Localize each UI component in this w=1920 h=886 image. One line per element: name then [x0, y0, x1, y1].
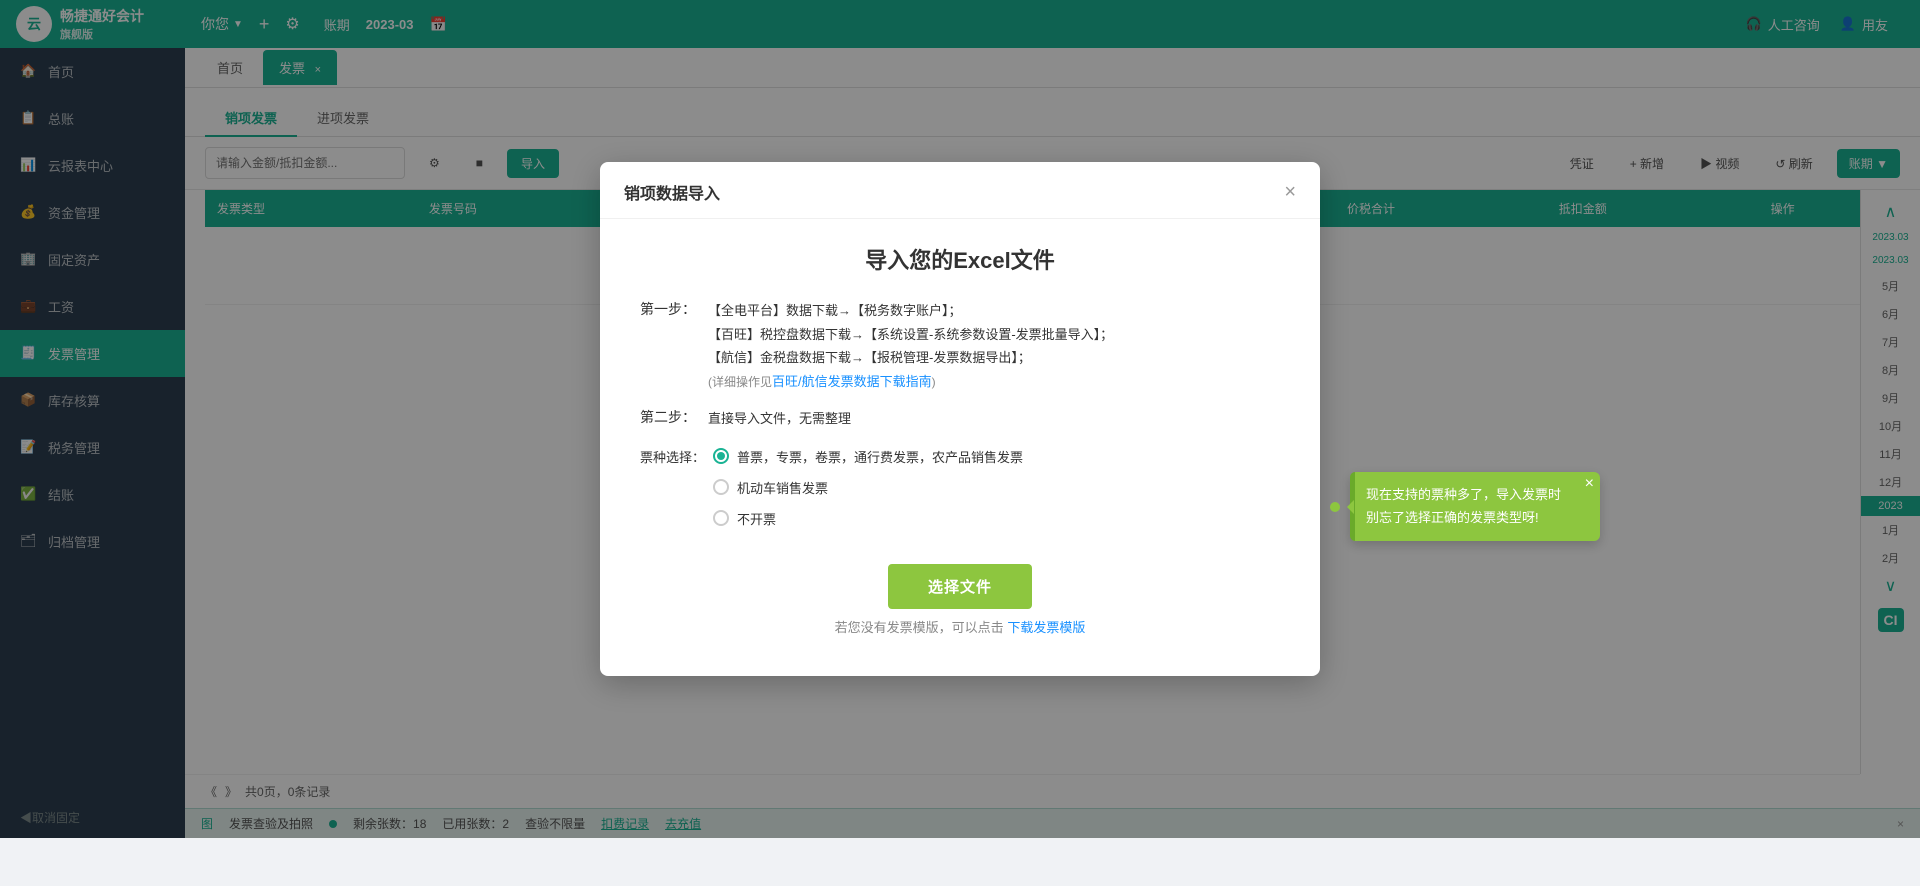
radio-circle-noticket [713, 510, 729, 526]
ticket-label: 票种选择： [640, 447, 705, 466]
radio-noticket[interactable]: 不开票 [713, 509, 1023, 528]
modal-overlay[interactable]: 销项数据导入 × 导入您的Excel文件 第一步： 【全电平台】数据下载→【税务… [0, 0, 1920, 838]
step1-line1: 【全电平台】数据下载→【税务数字账户】； [708, 299, 1113, 322]
modal-body: 导入您的Excel文件 第一步： 【全电平台】数据下载→【税务数字账户】； 【百… [600, 219, 1320, 675]
download-template-link[interactable]: 下载发票模版 [1007, 620, 1085, 635]
modal-close-button[interactable]: × [1284, 182, 1296, 202]
radio-circle-motor [713, 479, 729, 495]
radio-circle-general [713, 448, 729, 464]
select-file-button[interactable]: 选择文件 [888, 564, 1032, 609]
step2-label: 第二步： [640, 407, 700, 430]
import-modal: 销项数据导入 × 导入您的Excel文件 第一步： 【全电平台】数据下载→【税务… [600, 162, 1320, 675]
step1-label: 第一步： [640, 299, 700, 393]
modal-import-title: 导入您的Excel文件 [640, 243, 1280, 275]
radio-motor[interactable]: 机动车销售发票 [713, 478, 1023, 497]
radio-general[interactable]: 普票，专票，卷票，通行费发票，农产品销售发票 [713, 447, 1023, 466]
step1-note: (详细操作见百旺/航信发票数据下载指南) [708, 370, 1113, 394]
tooltip-arrow [1340, 500, 1354, 514]
step1-line3: 【航信】金税盘数据下载→【报税管理-发票数据导出】； [708, 346, 1113, 369]
step1-content: 【全电平台】数据下载→【税务数字账户】； 【百旺】税控盘数据下载→【系统设置-系… [708, 299, 1113, 393]
modal-header: 销项数据导入 × [600, 162, 1320, 219]
radio-dot-general [717, 452, 725, 460]
ticket-selection: 票种选择： 普票，专票，卷票，通行费发票，农产品销售发票 机动车销售发票 [640, 447, 1280, 540]
modal-title: 销项数据导入 [624, 180, 720, 204]
tooltip-close-button[interactable]: × [1585, 476, 1594, 492]
guide-link[interactable]: 百旺/航信发票数据下载指南 [772, 374, 932, 389]
step1-row: 第一步： 【全电平台】数据下载→【税务数字账户】； 【百旺】税控盘数据下载→【系… [640, 299, 1280, 393]
step2-row: 第二步： 直接导入文件，无需整理 [640, 407, 1280, 430]
step2-content: 直接导入文件，无需整理 [708, 407, 851, 430]
step1-line2: 【百旺】税控盘数据下载→【系统设置-系统参数设置-发票批量导入】； [708, 323, 1113, 346]
tooltip-connector-dot [1330, 502, 1340, 512]
tooltip-bubble: × 现在支持的票种多了，导入发票时别忘了选择正确的发票类型呀! [1350, 472, 1600, 540]
modal-footer-note: 若您没有发票模版，可以点击 下载发票模版 [640, 617, 1280, 656]
